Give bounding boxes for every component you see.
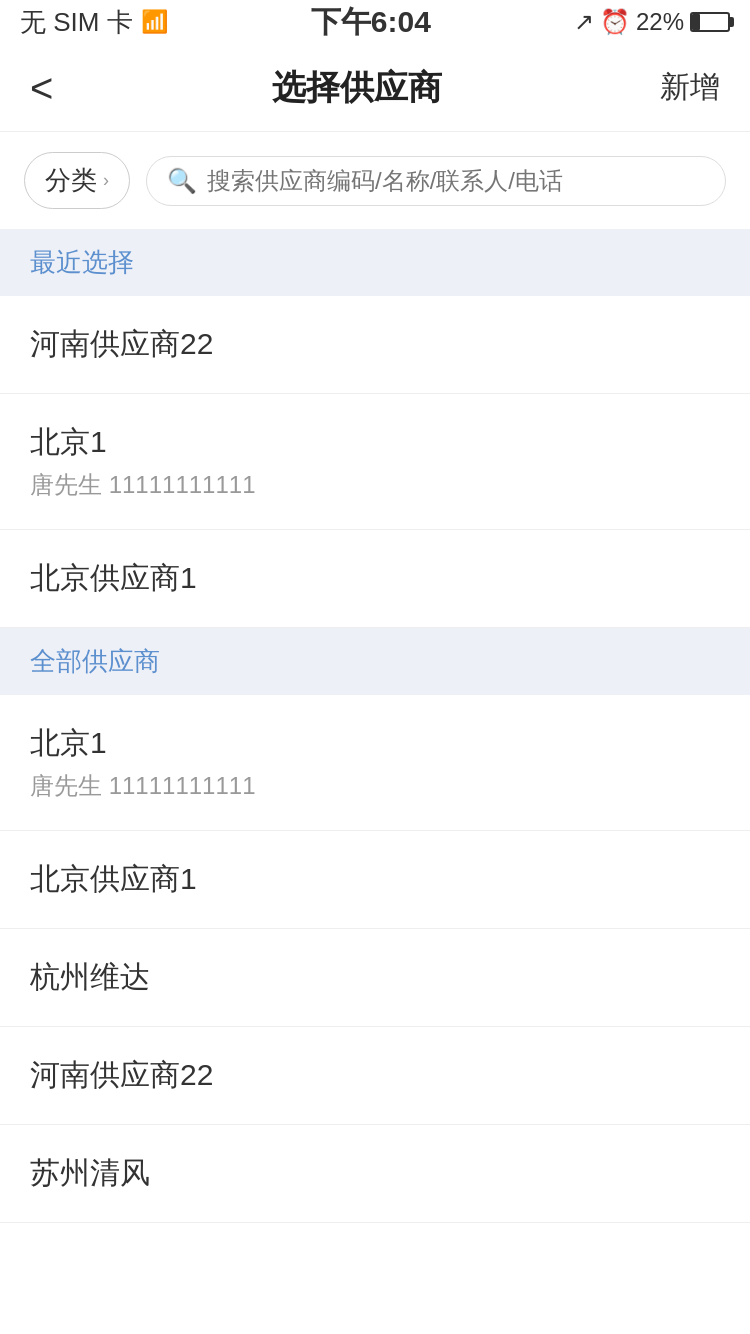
list-item[interactable]: 北京1 唐先生 11111111111 [0,695,750,831]
category-label: 分类 [45,163,97,198]
item-name: 北京1 [30,422,720,463]
location-icon: ↗ [574,8,594,36]
battery-icon [690,12,730,32]
category-filter[interactable]: 分类 › [24,152,130,209]
item-name: 北京供应商1 [30,558,720,599]
item-name: 北京供应商1 [30,859,720,900]
item-name: 苏州清风 [30,1153,720,1194]
list-item[interactable]: 苏州清风 [0,1125,750,1223]
recent-section-label: 最近选择 [30,247,134,277]
item-name: 北京1 [30,723,720,764]
list-item[interactable]: 北京供应商1 [0,530,750,628]
recent-items-list: 河南供应商22 北京1 唐先生 11111111111 北京供应商1 [0,296,750,628]
search-input[interactable] [207,167,705,195]
alarm-icon: ⏰ [600,8,630,36]
all-items-list: 北京1 唐先生 11111111111 北京供应商1 杭州维达河南供应商22 苏州清风 [0,695,750,1223]
item-sub: 唐先生 11111111111 [30,770,720,802]
list-item[interactable]: 北京1 唐先生 11111111111 [0,394,750,530]
status-time: 下午6:04 [311,2,431,43]
status-left: 无 SIM 卡 📶 [20,5,168,40]
status-right: ↗ ⏰ 22% [574,8,730,36]
search-icon: 🔍 [167,167,197,195]
no-sim-label: 无 SIM 卡 [20,5,133,40]
list-item[interactable]: 杭州维达 [0,929,750,1027]
nav-bar: < 选择供应商 新增 [0,44,750,132]
search-box[interactable]: 🔍 [146,156,726,206]
status-bar: 无 SIM 卡 📶 下午6:04 ↗ ⏰ 22% [0,0,750,44]
all-section-label: 全部供应商 [30,646,160,676]
filter-bar: 分类 › 🔍 [0,132,750,229]
list-item[interactable]: 北京供应商1 [0,831,750,929]
list-item[interactable]: 河南供应商22 [0,1027,750,1125]
chevron-right-icon: › [103,170,109,191]
back-button[interactable]: < [30,68,53,108]
list-item[interactable]: 河南供应商22 [0,296,750,394]
item-name: 河南供应商22 [30,324,720,365]
add-button[interactable]: 新增 [660,67,720,108]
wifi-icon: 📶 [141,9,168,35]
item-sub: 唐先生 11111111111 [30,469,720,501]
all-section-header: 全部供应商 [0,628,750,695]
item-name: 河南供应商22 [30,1055,720,1096]
item-name: 杭州维达 [30,957,720,998]
page-title: 选择供应商 [272,65,442,111]
recent-section-header: 最近选择 [0,229,750,296]
battery-percent: 22% [636,8,684,36]
